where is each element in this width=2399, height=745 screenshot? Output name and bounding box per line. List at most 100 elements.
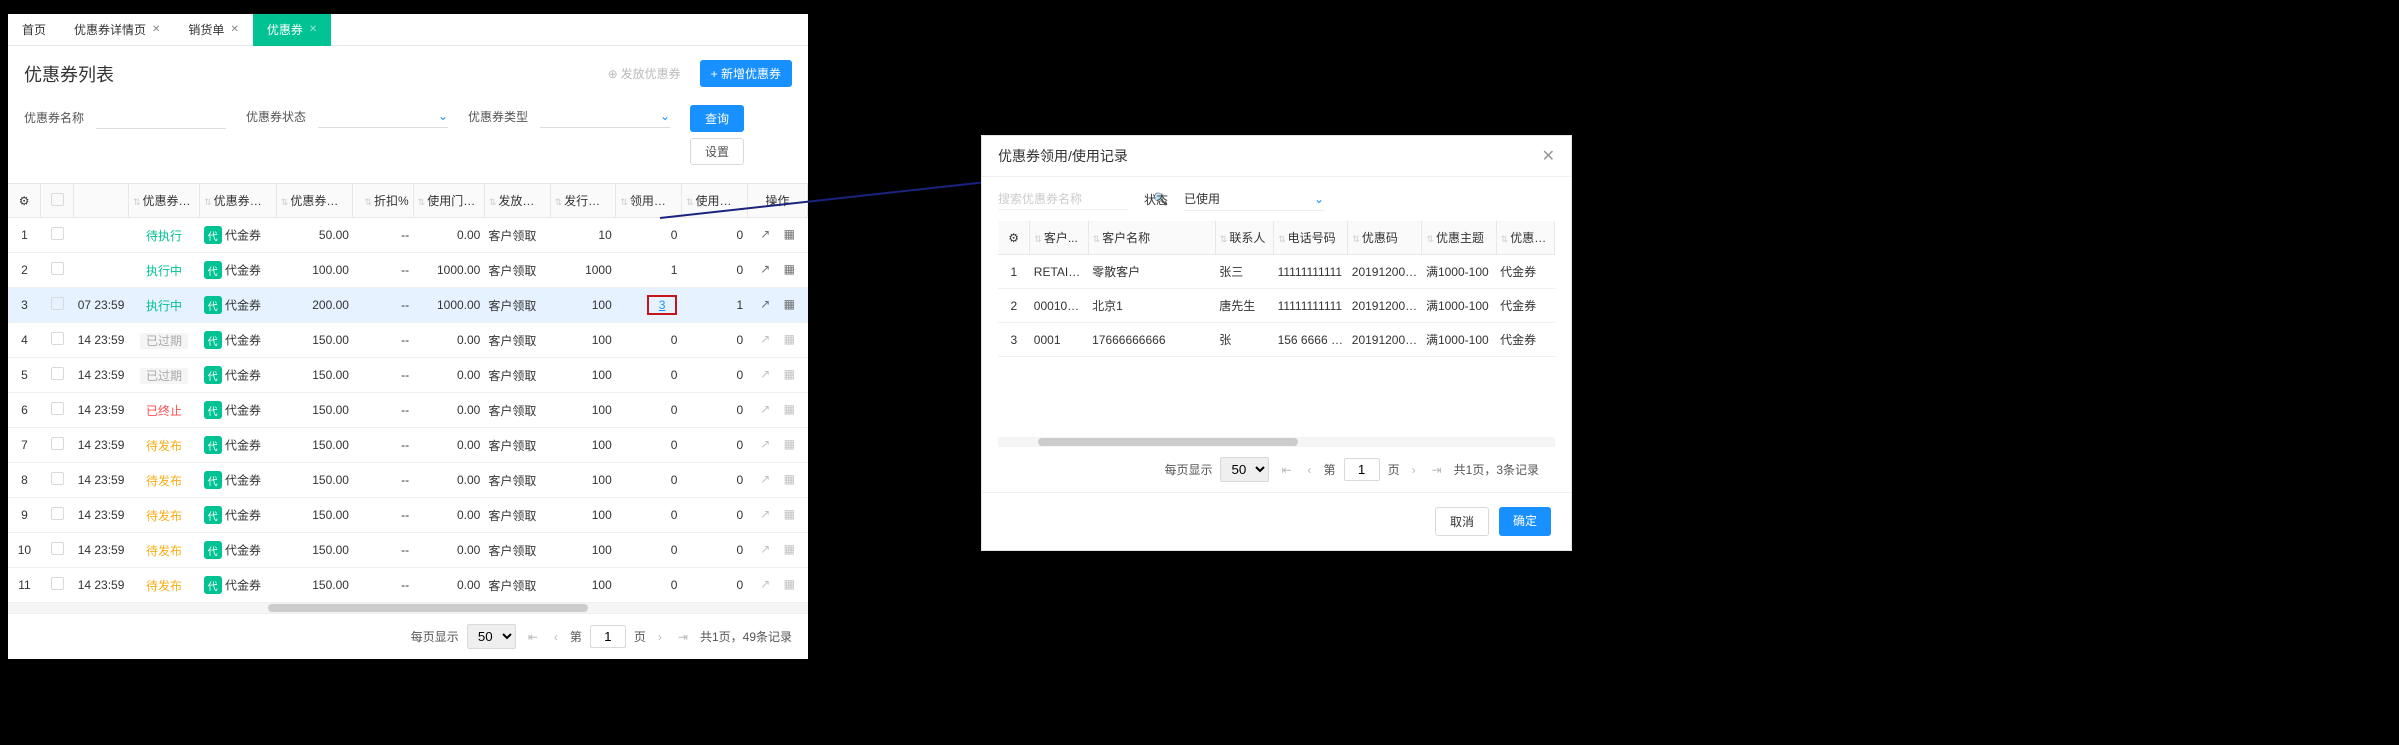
table-row[interactable]: 2 00010001 北京1 唐先生 11111111111 201912007… bbox=[998, 289, 1555, 323]
last-page-button[interactable]: ⇥ bbox=[674, 630, 692, 644]
table-row[interactable]: 9 14 23:59 待发布 代 代金券 150.00 -- 0.00 客户领取… bbox=[8, 498, 808, 533]
table-row[interactable]: 6 14 23:59 已终止 代 代金券 150.00 -- 0.00 客户领取… bbox=[8, 393, 808, 428]
row-checkbox[interactable] bbox=[51, 402, 64, 415]
modal-status-select[interactable]: 已使用⌄ bbox=[1184, 187, 1324, 211]
voucher-icon: 代 bbox=[204, 576, 222, 594]
qrcode-icon[interactable] bbox=[781, 507, 797, 523]
share-icon[interactable] bbox=[757, 262, 773, 278]
share-icon[interactable] bbox=[757, 542, 773, 558]
qrcode-icon[interactable] bbox=[781, 577, 797, 593]
header-actions: ⊕ 发放优惠券 + 新增优惠券 bbox=[597, 60, 792, 87]
row-checkbox[interactable] bbox=[51, 437, 64, 450]
row-checkbox[interactable] bbox=[51, 542, 64, 555]
table-row[interactable]: 10 14 23:59 待发布 代 代金券 150.00 -- 0.00 客户领… bbox=[8, 533, 808, 568]
qrcode-icon[interactable] bbox=[781, 402, 797, 418]
cancel-button[interactable]: 取消 bbox=[1435, 507, 1489, 536]
close-icon[interactable]: ✕ bbox=[152, 24, 160, 35]
coupon-name-input[interactable] bbox=[96, 105, 226, 129]
settings-button[interactable]: 设置 bbox=[690, 138, 744, 165]
share-icon[interactable] bbox=[757, 507, 773, 523]
tab-coupon-detail[interactable]: 优惠券详情页✕ bbox=[60, 14, 174, 46]
voucher-icon: 代 bbox=[204, 226, 222, 244]
table-row[interactable]: 7 14 23:59 待发布 代 代金券 150.00 -- 0.00 客户领取… bbox=[8, 428, 808, 463]
status-badge: 待发布 bbox=[146, 579, 182, 593]
row-checkbox[interactable] bbox=[51, 577, 64, 590]
row-checkbox[interactable] bbox=[51, 332, 64, 345]
page-title: 优惠券列表 bbox=[24, 61, 114, 87]
tab-coupon[interactable]: 优惠券✕ bbox=[253, 14, 331, 46]
share-icon[interactable] bbox=[757, 227, 773, 243]
confirm-button[interactable]: 确定 bbox=[1499, 507, 1551, 536]
share-icon[interactable] bbox=[757, 577, 773, 593]
table-row[interactable]: 1 RETAIL... 零散客户 张三 11111111111 20191200… bbox=[998, 255, 1555, 289]
voucher-icon: 代 bbox=[204, 261, 222, 279]
add-coupon-button[interactable]: + 新增优惠券 bbox=[700, 60, 792, 87]
last-page-button[interactable]: ⇥ bbox=[1428, 463, 1446, 477]
qrcode-icon[interactable] bbox=[781, 262, 797, 278]
chevron-down-icon: ⌄ bbox=[1314, 192, 1324, 206]
table-row[interactable]: 1 待执行 代 代金券 50.00 -- 0.00 客户领取 10 0 0 bbox=[8, 218, 808, 253]
filter-type-label: 优惠券类型 bbox=[468, 108, 528, 125]
next-page-button[interactable]: › bbox=[1408, 463, 1420, 477]
qrcode-icon[interactable] bbox=[781, 542, 797, 558]
search-button[interactable]: 查询 bbox=[690, 105, 744, 132]
horizontal-scrollbar[interactable] bbox=[8, 603, 808, 613]
modal-search: 🔍 bbox=[998, 189, 1128, 210]
tab-sales-order[interactable]: 销货单✕ bbox=[174, 14, 252, 46]
gear-icon[interactable]: ⚙ bbox=[1008, 231, 1019, 245]
qrcode-icon[interactable] bbox=[781, 472, 797, 488]
modal-page-size-select[interactable]: 50 bbox=[1220, 457, 1269, 482]
close-icon[interactable]: ✕ bbox=[230, 24, 238, 35]
modal-horizontal-scrollbar[interactable] bbox=[998, 437, 1555, 447]
table-row[interactable]: 3 07 23:59 执行中 代 代金券 200.00 -- 1000.00 客… bbox=[8, 288, 808, 323]
filter-name-label: 优惠券名称 bbox=[24, 109, 84, 126]
row-checkbox[interactable] bbox=[51, 227, 64, 240]
share-icon[interactable] bbox=[757, 367, 773, 383]
modal-page-number-input[interactable] bbox=[1344, 458, 1380, 481]
qrcode-icon[interactable] bbox=[781, 297, 797, 313]
table-row[interactable]: 11 14 23:59 待发布 代 代金券 150.00 -- 0.00 客户领… bbox=[8, 568, 808, 603]
table-row[interactable]: 3 0001 17666666666 张 156 6666 6... 20191… bbox=[998, 323, 1555, 357]
table-row[interactable]: 4 14 23:59 已过期 代 代金券 150.00 -- 0.00 客户领取… bbox=[8, 323, 808, 358]
page-number-input[interactable] bbox=[590, 625, 626, 648]
status-badge: 执行中 bbox=[146, 264, 182, 278]
coupon-status-select[interactable]: ⌄ bbox=[318, 105, 448, 128]
first-page-button[interactable]: ⇤ bbox=[524, 630, 542, 644]
share-icon[interactable] bbox=[757, 402, 773, 418]
filter-bar: 优惠券名称 优惠券状态 ⌄ 优惠券类型 ⌄ 查询 设置 bbox=[8, 97, 808, 183]
share-icon[interactable] bbox=[757, 472, 773, 488]
table-row[interactable]: 5 14 23:59 已过期 代 代金券 150.00 -- 0.00 客户领取… bbox=[8, 358, 808, 393]
voucher-icon: 代 bbox=[204, 436, 222, 454]
share-icon[interactable] bbox=[757, 297, 773, 313]
qrcode-icon[interactable] bbox=[781, 437, 797, 453]
table-row[interactable]: 8 14 23:59 待发布 代 代金券 150.00 -- 0.00 客户领取… bbox=[8, 463, 808, 498]
row-checkbox[interactable] bbox=[51, 367, 64, 380]
row-checkbox[interactable] bbox=[51, 507, 64, 520]
select-all-checkbox[interactable] bbox=[51, 193, 64, 206]
claimed-count-link[interactable]: 3 bbox=[647, 295, 678, 315]
close-icon[interactable]: ✕ bbox=[309, 24, 317, 35]
gear-icon[interactable]: ⚙ bbox=[19, 194, 30, 208]
voucher-icon: 代 bbox=[204, 401, 222, 419]
prev-page-button[interactable]: ‹ bbox=[550, 630, 562, 644]
qrcode-icon[interactable] bbox=[781, 227, 797, 243]
distribute-button[interactable]: ⊕ 发放优惠券 bbox=[597, 60, 692, 87]
row-checkbox[interactable] bbox=[51, 262, 64, 275]
table-row[interactable]: 2 执行中 代 代金券 100.00 -- 1000.00 客户领取 1000 … bbox=[8, 253, 808, 288]
modal-search-input[interactable] bbox=[998, 192, 1153, 206]
share-icon[interactable] bbox=[757, 332, 773, 348]
qrcode-icon[interactable] bbox=[781, 367, 797, 383]
row-checkbox[interactable] bbox=[51, 472, 64, 485]
close-icon[interactable]: ✕ bbox=[1542, 146, 1555, 166]
row-checkbox[interactable] bbox=[51, 297, 64, 310]
prev-page-button[interactable]: ‹ bbox=[1304, 463, 1316, 477]
page-size-select[interactable]: 50 bbox=[467, 624, 516, 649]
qrcode-icon[interactable] bbox=[781, 332, 797, 348]
coupon-type-select[interactable]: ⌄ bbox=[540, 105, 670, 128]
next-page-button[interactable]: › bbox=[654, 630, 666, 644]
first-page-button[interactable]: ⇤ bbox=[1277, 463, 1295, 477]
tab-home[interactable]: 首页 bbox=[8, 14, 60, 46]
share-icon[interactable] bbox=[757, 437, 773, 453]
status-badge: 已终止 bbox=[146, 404, 182, 418]
tab-bar: 首页 优惠券详情页✕ 销货单✕ 优惠券✕ bbox=[8, 14, 808, 46]
